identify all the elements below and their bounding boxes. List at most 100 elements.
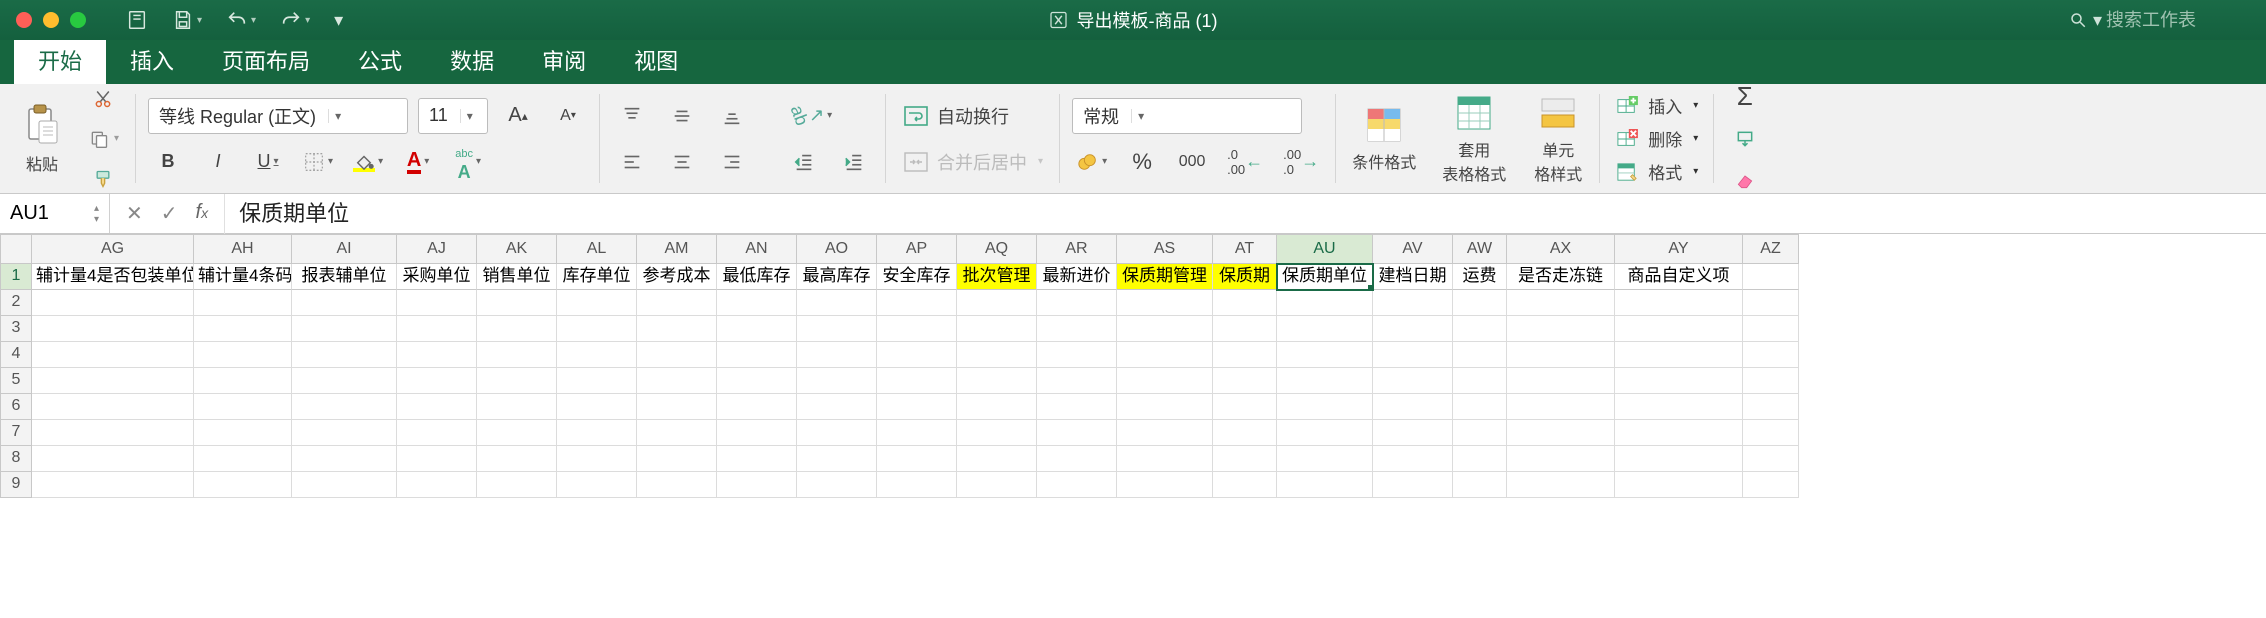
row-header[interactable]: 6: [0, 394, 32, 420]
cell[interactable]: [637, 368, 717, 394]
cell-styles-button[interactable]: 单元 格样式: [1528, 89, 1588, 189]
cell[interactable]: [32, 446, 194, 472]
cell[interactable]: [477, 472, 557, 498]
cell[interactable]: [877, 316, 957, 342]
cell[interactable]: [1117, 394, 1213, 420]
column-header[interactable]: AT: [1213, 234, 1277, 264]
column-header[interactable]: AU: [1277, 234, 1373, 264]
cell[interactable]: [1213, 290, 1277, 316]
cell[interactable]: [1507, 368, 1615, 394]
row-header[interactable]: 1: [0, 264, 32, 290]
cell[interactable]: [397, 446, 477, 472]
cell[interactable]: [477, 446, 557, 472]
cell[interactable]: [32, 420, 194, 446]
tab-公式[interactable]: 公式: [334, 35, 426, 84]
tab-视图[interactable]: 视图: [610, 35, 702, 84]
decrease-decimal-icon[interactable]: .00.0→: [1278, 144, 1324, 180]
fill-color-button[interactable]: ▾: [348, 144, 388, 180]
cell[interactable]: [1507, 420, 1615, 446]
wrap-text-button[interactable]: 自动换行: [898, 98, 1014, 134]
cell[interactable]: 批次管理: [957, 264, 1037, 290]
cell[interactable]: [1277, 472, 1373, 498]
cell[interactable]: [1373, 472, 1453, 498]
cell[interactable]: [397, 394, 477, 420]
cell[interactable]: [1037, 290, 1117, 316]
cell[interactable]: [957, 316, 1037, 342]
fill-icon[interactable]: [1726, 121, 1766, 157]
cell[interactable]: [1453, 316, 1507, 342]
cell[interactable]: [797, 420, 877, 446]
undo-icon[interactable]: ▾: [226, 9, 256, 31]
column-header[interactable]: AP: [877, 234, 957, 264]
cell[interactable]: [637, 446, 717, 472]
format-cells-button[interactable]: 格式▾: [1612, 157, 1702, 186]
save-icon[interactable]: ▾: [172, 9, 202, 31]
cell[interactable]: [557, 472, 637, 498]
cell[interactable]: [717, 420, 797, 446]
cell[interactable]: [397, 342, 477, 368]
cell[interactable]: [1373, 290, 1453, 316]
merge-center-button[interactable]: 合并后居中 ▾: [898, 144, 1048, 180]
cell[interactable]: [1373, 446, 1453, 472]
cell[interactable]: [1213, 342, 1277, 368]
cell[interactable]: [1037, 342, 1117, 368]
select-all-corner[interactable]: [0, 234, 32, 264]
cell[interactable]: [292, 472, 397, 498]
cell[interactable]: [1277, 342, 1373, 368]
decrease-indent-icon[interactable]: [784, 144, 824, 180]
cell[interactable]: [292, 446, 397, 472]
cell[interactable]: 运费: [1453, 264, 1507, 290]
cell[interactable]: [1213, 446, 1277, 472]
cell[interactable]: [557, 342, 637, 368]
cell[interactable]: [797, 368, 877, 394]
cell[interactable]: [477, 342, 557, 368]
cell[interactable]: [1615, 316, 1743, 342]
cell[interactable]: [292, 394, 397, 420]
cell[interactable]: [194, 394, 292, 420]
cell[interactable]: [877, 472, 957, 498]
cell[interactable]: [1743, 368, 1799, 394]
column-header[interactable]: AN: [717, 234, 797, 264]
cell[interactable]: [1507, 290, 1615, 316]
cell[interactable]: [877, 420, 957, 446]
cell[interactable]: [797, 394, 877, 420]
cell[interactable]: [1743, 394, 1799, 420]
cell[interactable]: 辅计量4条码: [194, 264, 292, 290]
cell[interactable]: [1507, 342, 1615, 368]
cell[interactable]: [1277, 290, 1373, 316]
autosave-icon[interactable]: [126, 9, 148, 31]
cell[interactable]: [32, 472, 194, 498]
cancel-edit-icon[interactable]: ✕: [126, 201, 143, 226]
cell[interactable]: 销售单位: [477, 264, 557, 290]
increase-indent-icon[interactable]: [834, 144, 874, 180]
cell[interactable]: [1373, 394, 1453, 420]
row-header[interactable]: 2: [0, 290, 32, 316]
cell[interactable]: [1117, 420, 1213, 446]
cell[interactable]: [477, 394, 557, 420]
format-as-table-button[interactable]: 套用 表格格式: [1438, 89, 1510, 189]
cell[interactable]: [32, 342, 194, 368]
cell[interactable]: [957, 446, 1037, 472]
font-size-dropdown[interactable]: 11 ▾: [418, 98, 488, 134]
cell[interactable]: 参考成本: [637, 264, 717, 290]
cell[interactable]: [194, 316, 292, 342]
insert-function-icon[interactable]: fx: [196, 201, 209, 226]
cell[interactable]: [1037, 316, 1117, 342]
cell[interactable]: [877, 446, 957, 472]
cell[interactable]: [292, 290, 397, 316]
column-header[interactable]: AS: [1117, 234, 1213, 264]
cell[interactable]: [1453, 368, 1507, 394]
redo-icon[interactable]: ▾: [280, 9, 310, 31]
zoom-window-icon[interactable]: [70, 12, 86, 28]
cell[interactable]: [1277, 446, 1373, 472]
cell[interactable]: [717, 342, 797, 368]
increase-decimal-icon[interactable]: .0.00←: [1222, 144, 1268, 180]
cell[interactable]: [1213, 394, 1277, 420]
cell[interactable]: [957, 290, 1037, 316]
comma-icon[interactable]: 000: [1172, 144, 1212, 180]
cell[interactable]: [1373, 342, 1453, 368]
cell[interactable]: [957, 394, 1037, 420]
cell[interactable]: [637, 420, 717, 446]
align-top-icon[interactable]: [612, 98, 652, 134]
cell[interactable]: [292, 316, 397, 342]
